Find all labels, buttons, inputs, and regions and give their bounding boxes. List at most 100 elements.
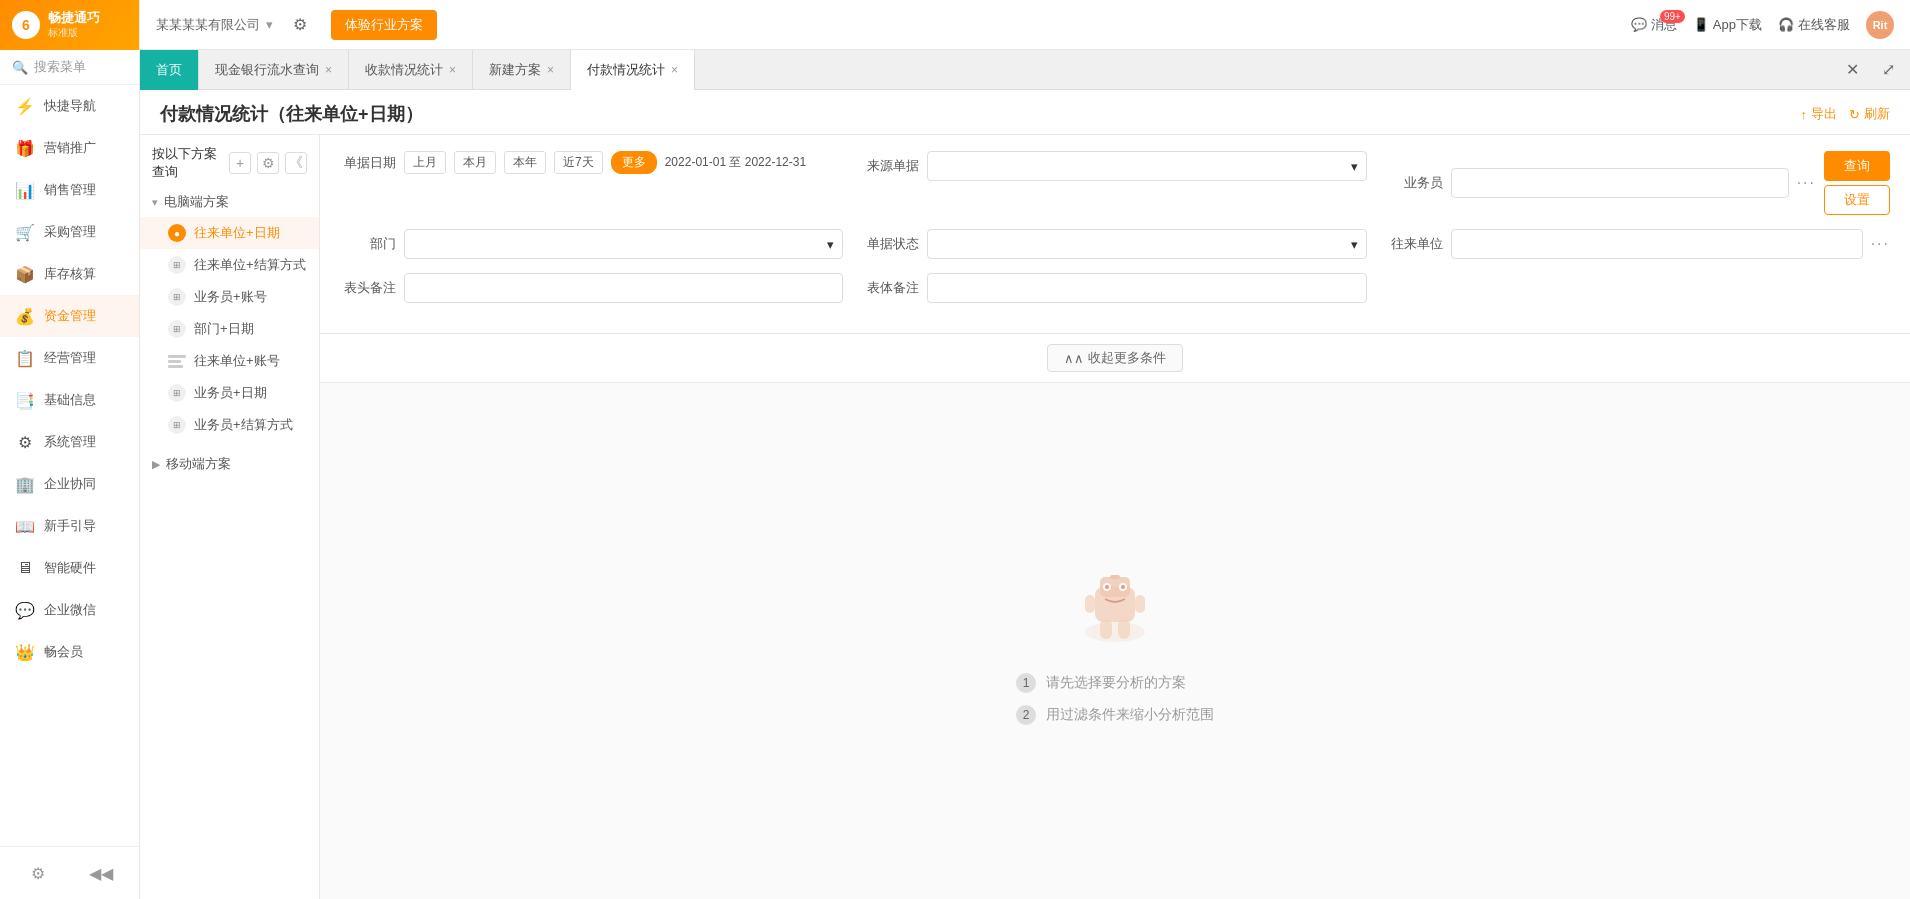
date-7days-btn[interactable]: 近7天 xyxy=(554,151,603,174)
sidebar-item-system[interactable]: ⚙ 系统管理 xyxy=(0,421,139,463)
sidebar-item-operations[interactable]: 📋 经营管理 xyxy=(0,337,139,379)
collapse-sidebar-btn[interactable]: ◀◀ xyxy=(74,857,130,889)
tab-bank[interactable]: 现金银行流水查询 × xyxy=(199,50,349,90)
sidebar-item-inventory[interactable]: 📦 库存核算 xyxy=(0,253,139,295)
content-area: 付款情况统计（往来单位+日期） ↑ 导出 ↻ 刷新 按以下方案查询 + xyxy=(140,90,1910,899)
app-download-btn[interactable]: 📱 App下载 xyxy=(1693,16,1762,34)
user-avatar[interactable]: Rit xyxy=(1866,11,1894,39)
close-all-tabs-btn[interactable]: ✕ xyxy=(1838,56,1866,84)
avatar-text: Rit xyxy=(1873,19,1888,31)
empty-area: 1 请先选择要分析的方案 2 用过滤条件来缩小分析范围 xyxy=(320,383,1910,899)
partner-date-label: 往来单位+日期 xyxy=(194,224,280,242)
tab-new-plan-close[interactable]: × xyxy=(547,63,554,77)
date-range-text: 2022-01-01 至 2022-12-31 xyxy=(665,154,806,171)
mobile-section: ▶ 移动端方案 xyxy=(140,449,319,487)
tab-receipt-stat[interactable]: 收款情况统计 × xyxy=(349,50,473,90)
trial-btn[interactable]: 体验行业方案 xyxy=(331,10,437,40)
panel-item-staff-account[interactable]: ⊞ 业务员+账号 xyxy=(140,281,319,313)
panel-header-actions: + ⚙ 《 xyxy=(229,152,307,174)
sidebar-item-basic[interactable]: 📑 基础信息 xyxy=(0,379,139,421)
staff-filter-content xyxy=(1451,168,1789,198)
source-chevron-icon: ▾ xyxy=(1351,159,1358,174)
finance-icon: 💰 xyxy=(16,307,34,325)
sidebar-item-label: 企业协同 xyxy=(44,475,96,493)
filter-dept-item: 部门 ▾ xyxy=(340,229,843,259)
dept-date-icon: ⊞ xyxy=(168,320,186,338)
filter-row-3: 表头备注 表体备注 xyxy=(340,273,1890,303)
panel-item-staff-settle[interactable]: ⊞ 业务员+结算方式 xyxy=(140,409,319,441)
maximize-btn[interactable]: ⤢ xyxy=(1874,56,1902,84)
sidebar-item-sales[interactable]: 📊 销售管理 xyxy=(0,169,139,211)
staff-ellipsis-btn[interactable]: ··· xyxy=(1797,174,1816,192)
tab-new-plan[interactable]: 新建方案 × xyxy=(473,50,571,90)
dept-select[interactable]: ▾ xyxy=(404,229,843,259)
panel-collapse-btn[interactable]: 《 xyxy=(285,152,307,174)
system-icon: ⚙ xyxy=(16,433,34,451)
body-note-input[interactable] xyxy=(927,273,1366,303)
online-service-btn[interactable]: 🎧 在线客服 xyxy=(1778,16,1850,34)
tab-home[interactable]: 首页 xyxy=(140,50,199,90)
header-note-input[interactable] xyxy=(404,273,843,303)
panel-header-label: 按以下方案查询 xyxy=(152,145,229,181)
export-btn[interactable]: ↑ 导出 xyxy=(1801,105,1838,123)
partner-ellipsis-btn[interactable]: ··· xyxy=(1871,235,1890,253)
filter-header-note-item: 表头备注 xyxy=(340,273,843,303)
panel-item-partner-account[interactable]: 往来单位+账号 xyxy=(140,345,319,377)
staff-date-label: 业务员+日期 xyxy=(194,384,267,402)
partner-filter-label: 往来单位 xyxy=(1387,235,1443,253)
panel-config-btn[interactable]: ⚙ xyxy=(257,152,279,174)
tab-bank-close[interactable]: × xyxy=(325,63,332,77)
tab-receipt-close[interactable]: × xyxy=(449,63,456,77)
date-this-year-btn[interactable]: 本年 xyxy=(504,151,546,174)
sidebar-item-label: 营销推广 xyxy=(44,139,96,157)
panel-item-partner-date[interactable]: ● 往来单位+日期 xyxy=(140,217,319,249)
sidebar-item-quick-nav[interactable]: ⚡ 快捷导航 xyxy=(0,85,139,127)
collapse-conditions-btn[interactable]: ∧∧ 收起更多条件 xyxy=(1047,344,1183,372)
filter-body-note-item: 表体备注 xyxy=(863,273,1366,303)
sidebar-item-hardware[interactable]: 🖥 智能硬件 xyxy=(0,547,139,589)
robot-svg xyxy=(1065,557,1165,657)
search-menu[interactable]: 🔍 搜索菜单 xyxy=(0,50,139,85)
status-select[interactable]: ▾ xyxy=(927,229,1366,259)
filter-source-item: 来源单据 ▾ xyxy=(863,151,1366,181)
mobile-section-chevron: ▶ xyxy=(152,458,160,471)
tab-bar: 首页 现金银行流水查询 × 收款情况统计 × 新建方案 × 付款情况统计 × ✕… xyxy=(140,50,1910,90)
source-select[interactable]: ▾ xyxy=(927,151,1366,181)
sidebar-item-marketing[interactable]: 🎁 营销推广 xyxy=(0,127,139,169)
panel-add-btn[interactable]: + xyxy=(229,152,251,174)
panel-item-staff-date[interactable]: ⊞ 业务员+日期 xyxy=(140,377,319,409)
date-this-month-btn[interactable]: 本月 xyxy=(454,151,496,174)
sidebar-item-guide[interactable]: 📖 新手引导 xyxy=(0,505,139,547)
mobile-section-title[interactable]: ▶ 移动端方案 xyxy=(140,449,319,479)
pc-section-title[interactable]: ▾ 电脑端方案 xyxy=(140,187,319,217)
partner-account-icon xyxy=(168,352,186,370)
search-icon: 🔍 xyxy=(12,60,28,75)
sidebar-item-enterprise[interactable]: 🏢 企业协同 xyxy=(0,463,139,505)
sidebar-item-wechat[interactable]: 💬 企业微信 xyxy=(0,589,139,631)
panel-item-partner-settle[interactable]: ⊞ 往来单位+结算方式 xyxy=(140,249,319,281)
refresh-btn[interactable]: ↻ 刷新 xyxy=(1849,105,1890,123)
sidebar-item-purchase[interactable]: 🛒 采购管理 xyxy=(0,211,139,253)
sidebar-item-member[interactable]: 👑 畅会员 xyxy=(0,631,139,673)
collapse-bar: ∧∧ 收起更多条件 xyxy=(320,334,1910,383)
partner-select[interactable] xyxy=(1451,229,1863,259)
logo-icon: 6 xyxy=(12,11,40,39)
purchase-icon: 🛒 xyxy=(16,223,34,241)
panel-item-dept-date[interactable]: ⊞ 部门+日期 xyxy=(140,313,319,345)
tab-bank-label: 现金银行流水查询 xyxy=(215,61,319,79)
sidebar-item-finance[interactable]: 💰 资金管理 xyxy=(0,295,139,337)
tab-payment-stat[interactable]: 付款情况统计 × xyxy=(571,50,695,90)
query-btn[interactable]: 查询 xyxy=(1824,151,1890,181)
staff-account-icon: ⊞ xyxy=(168,288,186,306)
sidebar-item-label: 经营管理 xyxy=(44,349,96,367)
tab-payment-label: 付款情况统计 xyxy=(587,61,665,79)
staff-settle-label: 业务员+结算方式 xyxy=(194,416,293,434)
tab-payment-close[interactable]: × xyxy=(671,63,678,77)
staff-select[interactable] xyxy=(1451,168,1789,198)
settings-bottom-btn[interactable]: ⚙ xyxy=(10,857,66,889)
date-last-month-btn[interactable]: 上月 xyxy=(404,151,446,174)
filter-settings-btn[interactable]: 设置 xyxy=(1824,185,1890,215)
message-btn[interactable]: 💬 消息 99+ xyxy=(1631,16,1677,34)
date-more-btn[interactable]: 更多 xyxy=(611,151,657,174)
header-settings-btn[interactable]: ⚙ xyxy=(285,10,315,40)
